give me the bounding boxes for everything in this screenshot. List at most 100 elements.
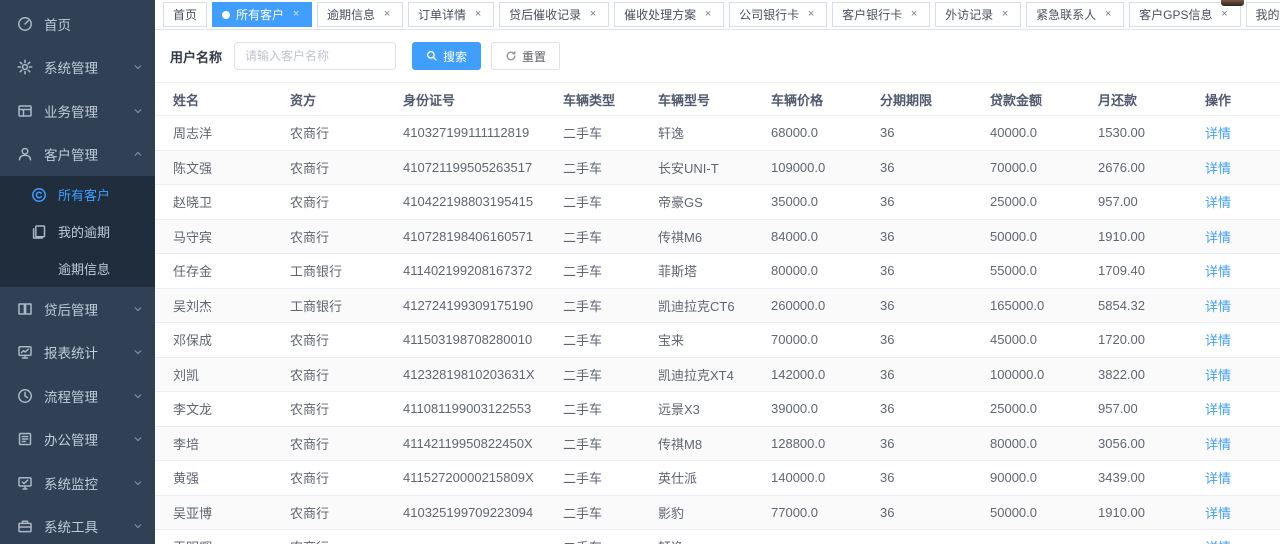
avatar-partial[interactable] [1221,0,1244,6]
detail-link[interactable]: 详情 [1205,540,1231,544]
reset-button[interactable]: 重置 [491,42,560,70]
detail-link[interactable]: 详情 [1205,161,1231,176]
tab-label: 公司银行卡 [739,6,799,23]
tab-label: 贷后催收记录 [509,6,581,23]
tab-all-customers[interactable]: 所有客户 × [212,2,312,27]
table-cell: 41142119950822450X [403,436,563,451]
sidebar-item-system-tools[interactable]: 系统工具 [0,505,155,544]
customer-name-input[interactable] [234,42,396,70]
table-cell: 410728198406160571 [403,229,563,244]
tab-visit-records[interactable]: 外访记录× [935,2,1021,27]
tab-label: 所有客户 [236,6,284,23]
tab-collection-records[interactable]: 贷后催收记录 × [499,2,609,27]
table-cell: 410422198803195415 [403,194,563,209]
sidebar-item-my-overdue[interactable]: 我的逾期 [0,213,155,250]
table-cell: 2676.00 [1098,160,1205,175]
search-button[interactable]: 搜索 [412,42,481,70]
table-cell: 36 [880,436,990,451]
table-cell: 刘凯 [173,365,290,384]
tab-customer-bankcard[interactable]: 客户银行卡× [832,2,930,27]
table-cell: 农商行 [290,158,403,177]
chevron-down-icon [133,106,143,116]
table-cell: 109000.0 [771,160,880,175]
close-icon[interactable]: × [381,9,393,20]
column-header: 车辆价格 [771,90,880,109]
table-cell: 412724199309175190 [403,298,563,313]
table-cell: 36 [880,125,990,140]
table-cell: 36 [880,505,990,520]
close-icon[interactable]: × [290,9,302,20]
sidebar-item-system-monitor[interactable]: 系统监控 [0,461,155,505]
close-icon[interactable]: × [908,9,920,20]
tab-home[interactable]: 首页 [163,2,207,27]
action-cell: 详情 [1205,123,1262,142]
detail-link[interactable]: 详情 [1205,126,1231,141]
tab-collection-plan[interactable]: 催收处理方案× [614,2,724,27]
tab-order-detail[interactable]: 订单详情× [408,2,494,27]
sidebar-item-office-mgmt[interactable]: 办公管理 [0,418,155,462]
table-cell: 80000.0 [990,436,1098,451]
sidebar-item-business-mgmt[interactable]: 业务管理 [0,89,155,133]
table-cell: 36 [880,263,990,278]
table-cell: 农商行 [290,537,403,544]
table-cell: 70000.0 [771,332,880,347]
sidebar-item-process-mgmt[interactable]: 流程管理 [0,374,155,418]
table-cell: 李培 [173,434,290,453]
detail-link[interactable]: 详情 [1205,506,1231,521]
table-cell: 957.00 [1098,194,1205,209]
tab-company-bankcard[interactable]: 公司银行卡 × [729,2,827,27]
sidebar-item-label: 系统监控 [44,473,133,493]
sidebar-item-postloan-mgmt[interactable]: 贷后管理 [0,287,155,331]
table-cell: 英仕派 [658,468,771,487]
table-cell: 远景X3 [658,399,771,418]
close-icon[interactable]: × [999,9,1011,20]
close-icon[interactable]: × [1219,9,1231,20]
detail-link[interactable]: 详情 [1205,333,1231,348]
close-icon[interactable]: × [702,9,714,20]
close-icon[interactable]: × [1102,9,1114,20]
detail-link[interactable]: 详情 [1205,368,1231,383]
user-icon [17,146,33,162]
close-icon[interactable]: × [472,9,484,20]
table-cell: 50000.0 [990,505,1098,520]
table-row: 陈文强农商行410721199505263517二手车长安UNI-T109000… [155,151,1280,186]
column-header: 姓名 [173,90,290,109]
copyright-icon [31,187,47,203]
table-cell: 410721199505263517 [403,160,563,175]
chevron-down-icon [133,304,143,314]
table-cell: 5854.32 [1098,298,1205,313]
table-cell: 马守宾 [173,227,290,246]
table-row: 黄强农商行41152720000215809X二手车英仕派140000.0369… [155,461,1280,496]
monitor-icon [17,475,33,491]
sidebar-item-customer-mgmt[interactable]: 客户管理 [0,133,155,177]
close-icon[interactable]: × [805,9,817,20]
table-cell: 41152720000215809X [403,470,563,485]
detail-link[interactable]: 详情 [1205,437,1231,452]
sidebar-item-label: 流程管理 [44,386,133,406]
detail-link[interactable]: 详情 [1205,264,1231,279]
table-cell: 菲斯塔 [658,261,771,280]
table-cell: 1910.00 [1098,505,1205,520]
close-icon[interactable]: × [587,9,599,20]
table-cell: 41232819810203631X [403,367,563,382]
detail-link[interactable]: 详情 [1205,230,1231,245]
table-cell: 84000.0 [771,229,880,244]
sidebar-item-label: 我的逾期 [58,222,143,241]
tab-overdue-info[interactable]: 逾期信息× [317,2,403,27]
detail-link[interactable]: 详情 [1205,195,1231,210]
detail-link[interactable]: 详情 [1205,299,1231,314]
table-cell: 260000.0 [771,298,880,313]
sidebar-item-system-mgmt[interactable]: 系统管理 [0,46,155,90]
tab-my-todo[interactable]: 我的待办× [1246,2,1280,27]
table-cell: 工商银行 [290,296,403,315]
table-cell: 36 [880,332,990,347]
detail-link[interactable]: 详情 [1205,471,1231,486]
table-cell: 25000.0 [990,401,1098,416]
main-area: 首页所有客户×逾期信息×订单详情×贷后催收记录×催收处理方案×公司银行卡×客户银… [155,0,1280,544]
sidebar-item-overdue-info[interactable]: 逾期信息 [0,250,155,287]
tab-emergency-contacts[interactable]: 紧急联系人× [1026,2,1124,27]
sidebar-item-all-customers[interactable]: 所有客户 [0,176,155,213]
sidebar-item-report-stats[interactable]: 报表统计 [0,331,155,375]
sidebar-item-home[interactable]: 首页 [0,2,155,46]
detail-link[interactable]: 详情 [1205,402,1231,417]
